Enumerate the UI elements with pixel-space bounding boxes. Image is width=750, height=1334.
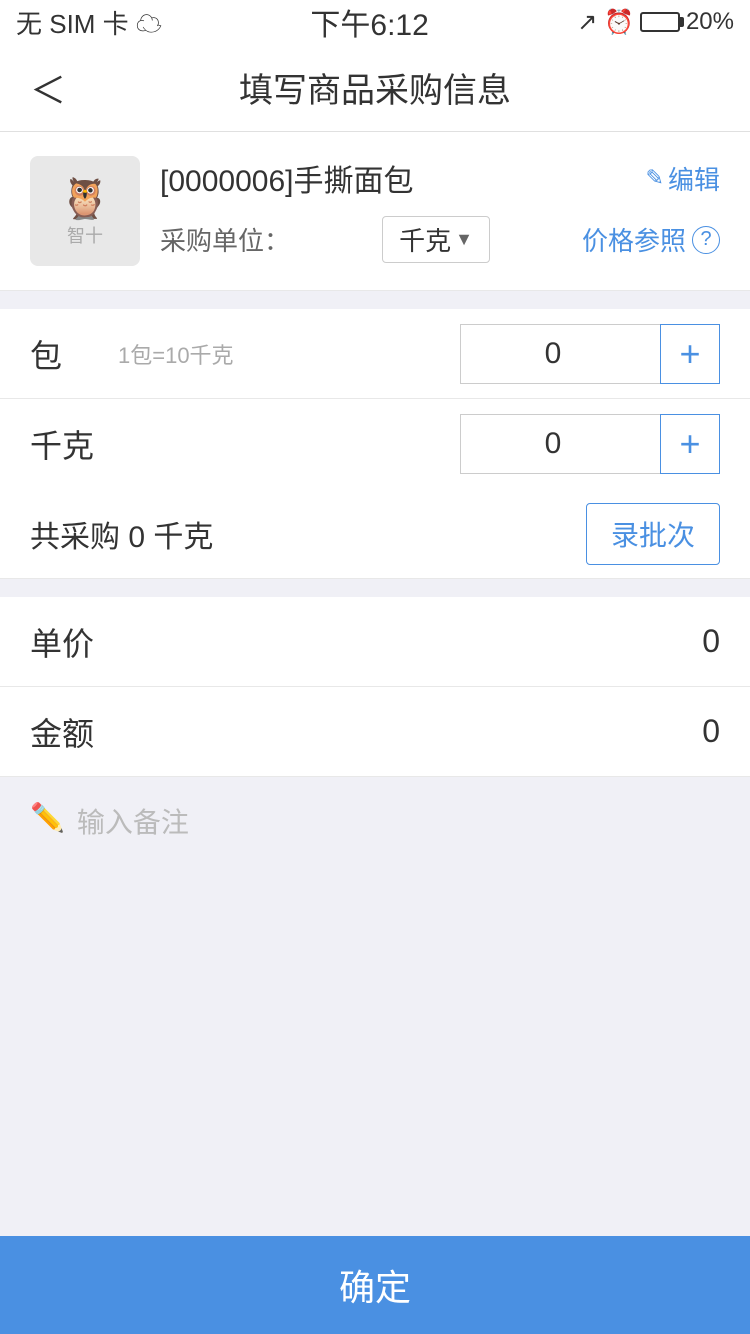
unit-label: 采购单位： (160, 221, 290, 258)
bag-label: 包 (30, 331, 110, 377)
price-reference-button[interactable]: 价格参照 ? (582, 221, 720, 258)
unit-price-row: 单价 0 (0, 597, 750, 687)
bag-input-row: 包 1包=10千克 + (0, 309, 750, 399)
battery-percent: 20% (686, 8, 734, 36)
product-unit-row: 采购单位： 千克 ▼ 价格参照 ? (160, 216, 720, 263)
status-bar: 无 SIM 卡 ☁ 下午6:12 ↗ ⏰ 20% (0, 0, 750, 44)
product-thumbnail: 🦉 智十 (30, 156, 140, 266)
dropdown-arrow-icon: ▼ (455, 229, 473, 250)
batch-record-button[interactable]: 录批次 (586, 503, 720, 565)
price-ref-label: 价格参照 (582, 221, 686, 258)
edit-button[interactable]: ✎ 编辑 (646, 160, 720, 197)
help-icon: ? (692, 226, 720, 254)
pencil-icon: ✏️ (30, 801, 65, 834)
kg-label: 千克 (30, 421, 110, 467)
unit-value: 千克 (399, 221, 451, 258)
edit-icon: ✎ (646, 165, 664, 191)
kg-input-row: 千克 + (0, 399, 750, 489)
unit-price-value: 0 (702, 623, 720, 660)
summary-row: 共采购 0 千克 录批次 (0, 489, 750, 579)
kg-plus-button[interactable]: + (660, 414, 720, 474)
status-left: 无 SIM 卡 ☁ (16, 4, 162, 41)
kg-input-control: + (460, 414, 720, 474)
summary-text: 共采购 0 千克 (30, 512, 213, 556)
bag-plus-button[interactable]: + (660, 324, 720, 384)
amount-row: 金额 0 (0, 687, 750, 777)
amount-label: 金额 (30, 709, 94, 755)
product-card: 🦉 智十 [0000006]手撕面包 ✎ 编辑 采购单位： 千克 ▼ 价格参照 … (0, 132, 750, 291)
bag-sublabel: 1包=10千克 (118, 338, 460, 370)
amount-value: 0 (702, 713, 720, 750)
content-spacer (0, 877, 750, 1217)
page-title: 填写商品采购信息 (90, 63, 660, 112)
unit-price-label: 单价 (30, 619, 94, 665)
section-divider-1 (0, 291, 750, 309)
edit-label: 编辑 (668, 160, 720, 197)
kg-quantity-input[interactable] (460, 414, 660, 474)
confirm-button[interactable]: 确定 (0, 1236, 750, 1334)
price-detail-section: 单价 0 金额 0 (0, 597, 750, 777)
bag-input-control: + (460, 324, 720, 384)
product-name-row: [0000006]手撕面包 ✎ 编辑 (160, 156, 720, 200)
product-thumb-icon: 🦉 (60, 175, 110, 222)
product-thumb-label: 智十 (67, 222, 103, 248)
header: ＜ 填写商品采购信息 (0, 44, 750, 132)
back-button[interactable]: ＜ (30, 62, 90, 114)
battery-icon (640, 12, 680, 32)
input-section: 包 1包=10千克 + 千克 + (0, 309, 750, 489)
unit-select[interactable]: 千克 ▼ (382, 216, 490, 263)
note-placeholder: 输入备注 (77, 801, 189, 841)
note-section[interactable]: ✏️ 输入备注 (0, 777, 750, 877)
product-info: [0000006]手撕面包 ✎ 编辑 采购单位： 千克 ▼ 价格参照 ? (160, 156, 720, 263)
bag-quantity-input[interactable] (460, 324, 660, 384)
status-right: ↗ ⏰ 20% (577, 8, 734, 37)
status-icons: ↗ ⏰ (577, 8, 634, 37)
status-time: 下午6:12 (310, 0, 428, 44)
product-name: [0000006]手撕面包 (160, 156, 413, 200)
section-divider-2 (0, 579, 750, 597)
